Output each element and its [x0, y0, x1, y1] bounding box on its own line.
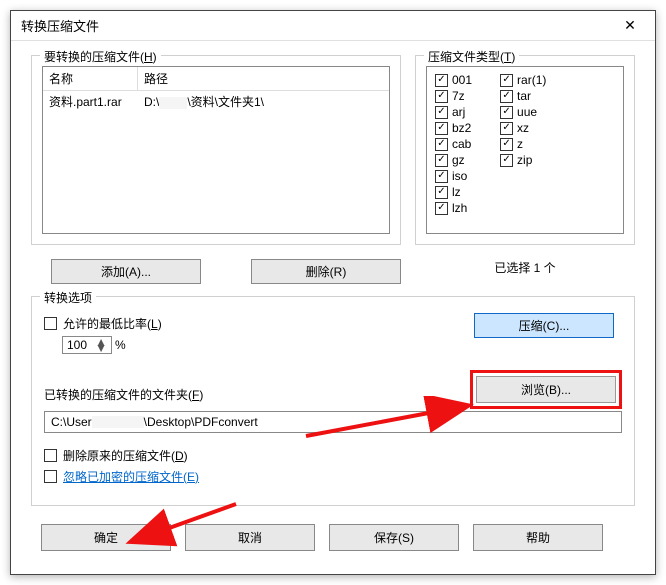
type-label: zip [517, 153, 532, 167]
add-button[interactable]: 添加(A)... [51, 259, 201, 284]
delete-original-label: 删除原来的压缩文件(D) [63, 447, 188, 464]
browse-highlight: 浏览(B)... [470, 370, 622, 409]
types-fieldset: 压缩文件类型(T) ✓001✓7z✓arj✓bz2✓cab✓gz✓iso✓lz✓… [415, 55, 635, 245]
options-fieldset: 转换选项 允许的最低比率(L) 100 ▲▼ % [31, 296, 635, 506]
type-checkbox-lzh[interactable]: ✓ lzh [435, 201, 472, 215]
type-label: iso [452, 169, 467, 183]
delete-original-checkbox[interactable] [44, 449, 57, 462]
types-list: ✓ 001 ✓ 7z ✓ arj ✓ bz2 ✓ cab ✓ gz ✓ iso ✓ lz ✓ lzh ✓ rar(1… [426, 66, 624, 234]
folder-path-input[interactable]: C:\User\Desktop\PDFconvert [44, 411, 622, 433]
checkbox-icon[interactable]: ✓ [435, 106, 448, 119]
checkbox-icon[interactable]: ✓ [500, 138, 513, 151]
browse-button[interactable]: 浏览(B)... [476, 376, 616, 403]
help-button[interactable]: 帮助 [473, 524, 603, 551]
type-label: lzh [452, 201, 467, 215]
type-checkbox-z[interactable]: ✓z [500, 137, 546, 151]
col-header-path[interactable]: 路径 [138, 67, 389, 90]
col-header-name[interactable]: 名称 [43, 67, 138, 90]
type-checkbox-cab[interactable]: ✓ cab [435, 137, 472, 151]
close-icon[interactable]: ✕ [615, 17, 645, 34]
checkbox-icon[interactable]: ✓ [435, 90, 448, 103]
checkbox-icon[interactable]: ✓ [500, 90, 513, 103]
checkbox-icon[interactable]: ✓ [435, 122, 448, 135]
type-label: arj [452, 105, 465, 119]
type-checkbox-uue[interactable]: ✓ uue [500, 105, 546, 119]
titlebar: 转换压缩文件 ✕ [11, 11, 655, 41]
min-rate-label: 允许的最低比率(L) [63, 315, 162, 332]
rate-spinner[interactable]: 100 ▲▼ [62, 336, 112, 354]
type-label: 001 [452, 73, 472, 87]
compress-button[interactable]: 压缩(C)... [474, 313, 614, 338]
files-fieldset-label: 要转换的压缩文件(H) [40, 48, 161, 65]
delete-button[interactable]: 删除(R) [251, 259, 401, 284]
options-label: 转换选项 [40, 289, 96, 306]
ignore-encrypted-label[interactable]: 忽略已加密的压缩文件(E) [63, 468, 199, 485]
type-checkbox-iso[interactable]: ✓ iso [435, 169, 472, 183]
type-label: bz2 [452, 121, 471, 135]
checkbox-icon[interactable]: ✓ [435, 186, 448, 199]
dialog-window: 转换压缩文件 ✕ 要转换的压缩文件(H) 名称 路径 资料.part [10, 10, 656, 575]
checkbox-icon[interactable]: ✓ [435, 74, 448, 87]
type-checkbox-rar1[interactable]: ✓ rar(1) [500, 73, 546, 87]
type-label: xz [517, 121, 529, 135]
cancel-button[interactable]: 取消 [185, 524, 315, 551]
save-button[interactable]: 保存(S) [329, 524, 459, 551]
file-name-cell: 资料.part1.rar [43, 93, 138, 110]
ignore-encrypted-checkbox[interactable] [44, 470, 57, 483]
checkbox-icon[interactable]: ✓ [500, 154, 513, 167]
type-checkbox-gz[interactable]: ✓ gz [435, 153, 472, 167]
type-label: rar(1) [517, 73, 546, 87]
type-label: uue [517, 105, 537, 119]
type-checkbox-bz2[interactable]: ✓ bz2 [435, 121, 472, 135]
folder-label: 已转换的压缩文件的文件夹(F) [44, 386, 460, 403]
checkbox-icon[interactable]: ✓ [435, 170, 448, 183]
type-checkbox-tar[interactable]: ✓ tar [500, 89, 546, 103]
file-list[interactable]: 名称 路径 资料.part1.rar D:\\资料\文件夹1\ [42, 66, 390, 234]
window-title: 转换压缩文件 [21, 16, 615, 35]
file-path-cell: D:\\资料\文件夹1\ [138, 93, 389, 110]
files-fieldset: 要转换的压缩文件(H) 名称 路径 资料.part1.rar D:\\资料\文件… [31, 55, 401, 245]
type-label: z [517, 137, 523, 151]
type-checkbox-7z[interactable]: ✓ 7z [435, 89, 472, 103]
type-label: tar [517, 89, 531, 103]
file-row[interactable]: 资料.part1.rar D:\\资料\文件夹1\ [43, 91, 389, 112]
type-checkbox-xz[interactable]: ✓ xz [500, 121, 546, 135]
type-label: gz [452, 153, 465, 167]
type-checkbox-001[interactable]: ✓ 001 [435, 73, 472, 87]
type-label: cab [452, 137, 471, 151]
type-checkbox-lz[interactable]: ✓ lz [435, 185, 472, 199]
checkbox-icon[interactable]: ✓ [435, 154, 448, 167]
type-checkbox-arj[interactable]: ✓ arj [435, 105, 472, 119]
ok-button[interactable]: 确定 [41, 524, 171, 551]
type-label: lz [452, 185, 461, 199]
checkbox-icon[interactable]: ✓ [435, 202, 448, 215]
type-label: 7z [452, 89, 465, 103]
checkbox-icon[interactable]: ✓ [435, 138, 448, 151]
checkbox-icon[interactable]: ✓ [500, 74, 513, 87]
checkbox-icon[interactable]: ✓ [500, 122, 513, 135]
min-rate-checkbox[interactable] [44, 317, 57, 330]
types-fieldset-label: 压缩文件类型(T) [424, 48, 519, 65]
checkbox-icon[interactable]: ✓ [500, 106, 513, 119]
selected-count: 已选择 1 个 [415, 259, 635, 276]
type-checkbox-zip[interactable]: ✓ zip [500, 153, 546, 167]
